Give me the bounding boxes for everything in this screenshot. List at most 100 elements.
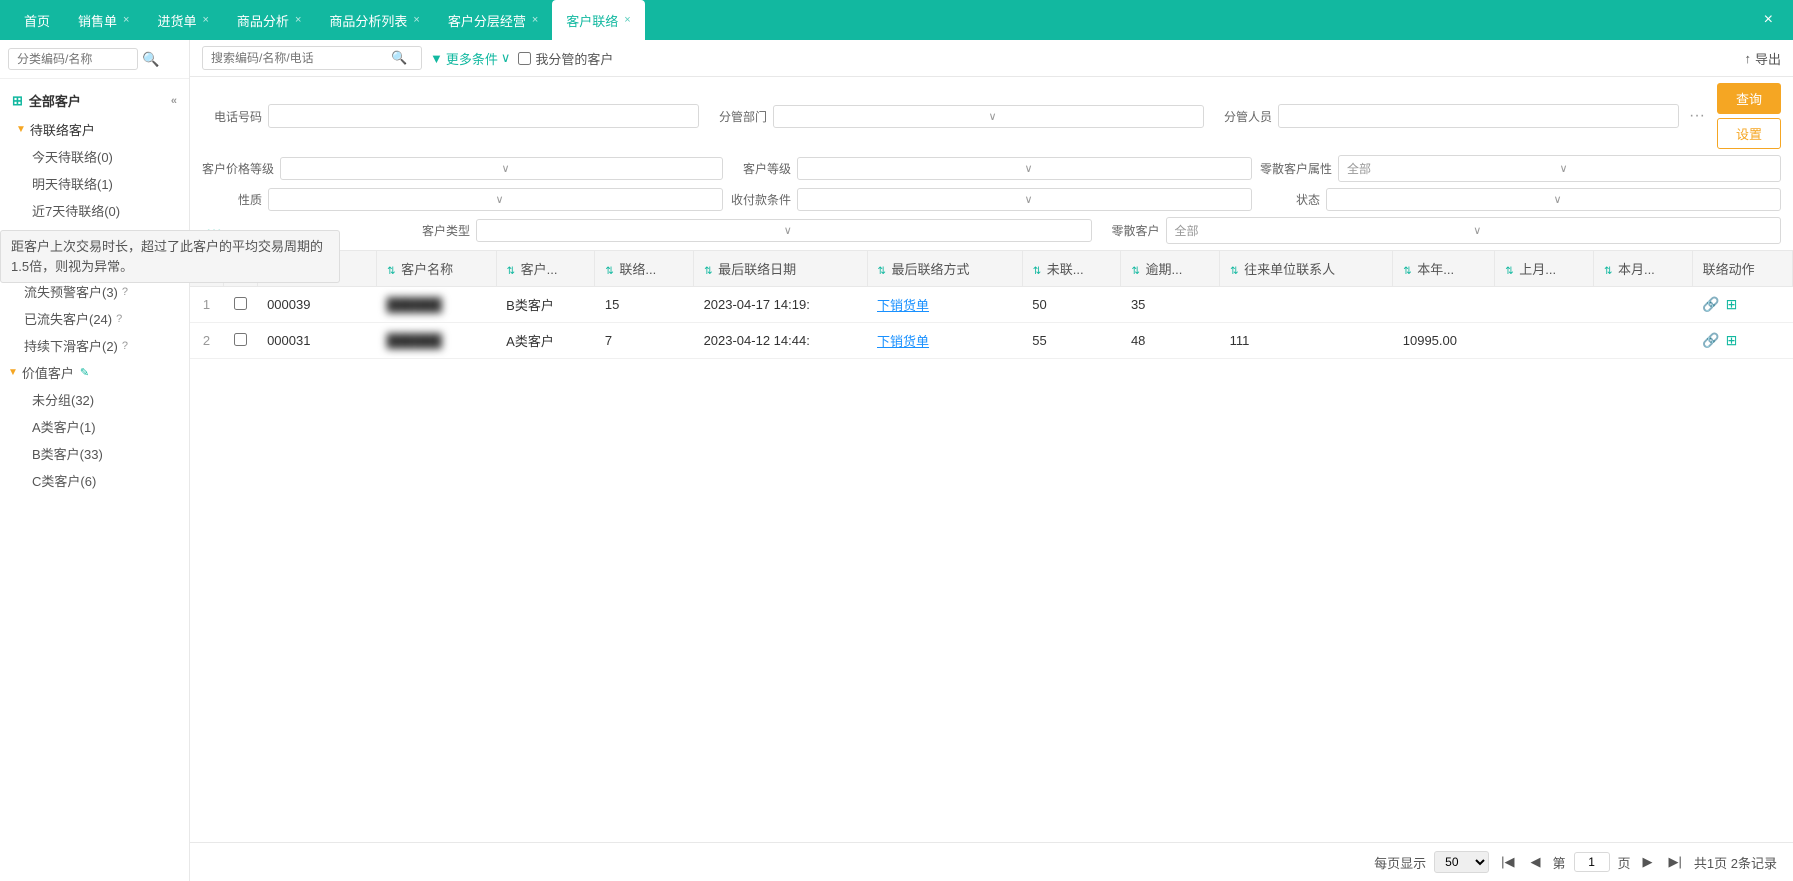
th-customer-type: ⇅ 客户...: [496, 251, 595, 287]
nav-item-purchase[interactable]: 进货单 ×: [143, 0, 222, 40]
collapse-arrow-icon: «: [171, 95, 177, 107]
nav-close-analysis[interactable]: ×: [295, 14, 301, 26]
person-dots-button[interactable]: ···: [1685, 107, 1709, 125]
row-num-2: 2: [190, 323, 223, 359]
nav-close-purchase[interactable]: ×: [202, 14, 208, 26]
phone-input[interactable]: [268, 104, 699, 128]
sidebar-item-ungrouped[interactable]: 未分组(32): [8, 386, 189, 413]
prev-page-button[interactable]: ◀: [1527, 852, 1545, 872]
payment-select[interactable]: ∨: [797, 188, 1252, 211]
sidebar-pending-title[interactable]: ▼ 待联络客户: [8, 116, 189, 143]
sidebar-all-customers[interactable]: ⊞ 全部客户 «: [0, 85, 189, 116]
nature-label: 性质: [202, 191, 262, 208]
value-edit-icon[interactable]: ✎: [80, 366, 89, 379]
nav-item-customer-contact[interactable]: 客户联络 ×: [552, 0, 644, 40]
sidebar-item-a-class[interactable]: A类客户(1): [8, 413, 189, 440]
row-select-checkbox-1[interactable]: [234, 297, 247, 310]
table-container: ⚙ ⇅ 客户编码 ⇅ 客户名称: [190, 251, 1793, 842]
row-overdue-2: 48: [1121, 323, 1220, 359]
customer-type-select[interactable]: ∨: [476, 219, 1092, 242]
dept-select[interactable]: ∨: [773, 105, 1204, 128]
price-level-label: 客户价格等级: [202, 160, 274, 177]
th-this-year: ⇅ 本年...: [1393, 251, 1495, 287]
price-level-select[interactable]: ∨: [280, 157, 723, 180]
customer-level-select[interactable]: ∨: [797, 157, 1252, 180]
row-select-checkbox-2[interactable]: [234, 333, 247, 346]
nav-item-sales[interactable]: 销售单 ×: [64, 0, 143, 40]
customer-type-chevron-icon: ∨: [784, 224, 1083, 237]
sidebar-item-c-class[interactable]: C类客户(6): [8, 467, 189, 494]
nav-item-analysis-list[interactable]: 商品分析列表 ×: [315, 0, 433, 40]
sidebar-value-customers-section[interactable]: ▼ 价值客户 ✎: [0, 359, 189, 386]
nav-close-customer-contact[interactable]: ×: [624, 14, 630, 26]
nav-item-home[interactable]: 首页: [10, 0, 64, 40]
search-input[interactable]: [211, 51, 391, 65]
sidebar-item-b-class[interactable]: B类客户(33): [8, 440, 189, 467]
nav-close-sales[interactable]: ×: [123, 14, 129, 26]
row-checkbox-2: [223, 323, 257, 359]
row-last-method-2[interactable]: 下销货单: [867, 323, 1022, 359]
row-code-2: 000031: [257, 323, 377, 359]
first-page-button[interactable]: |◀: [1497, 852, 1518, 872]
declining-help-icon[interactable]: ?: [122, 340, 128, 352]
lost-help-icon[interactable]: ?: [116, 313, 122, 325]
export-button[interactable]: ↑ 导出: [1744, 49, 1781, 68]
row-contacts-2: 111: [1220, 323, 1393, 359]
loss-warning-help-icon[interactable]: ?: [122, 286, 128, 298]
row-link-button-2[interactable]: 🔗: [1702, 332, 1719, 349]
query-button[interactable]: 查询: [1717, 83, 1781, 114]
dept-chevron-icon: ∨: [989, 110, 1196, 123]
nav-item-customer-segment[interactable]: 客户分层经营 ×: [434, 0, 552, 40]
last-page-button[interactable]: ▶|: [1665, 852, 1686, 872]
row-name-1: ██████: [377, 287, 497, 323]
nav-close-customer-segment[interactable]: ×: [532, 14, 538, 26]
sidebar-item-lost[interactable]: 已流失客户(24) ?: [0, 305, 189, 332]
this-month-sort-icon: ⇅: [1604, 266, 1612, 277]
more-conditions-button[interactable]: ▼ 更多条件 ∨: [430, 49, 510, 68]
type-sort-icon: ⇅: [507, 266, 515, 277]
sidebar-search-input[interactable]: [8, 48, 138, 70]
retail-attr-select[interactable]: 全部 ∨: [1338, 155, 1781, 182]
pagination-bar: 每页显示 50 100 200 |◀ ◀ 第 页 ▶ ▶| 共1页 2条记录: [190, 842, 1793, 881]
setting-button[interactable]: 设置: [1717, 118, 1781, 149]
action-buttons-2: 🔗 ⊞: [1702, 332, 1782, 349]
nature-chevron-icon: ∨: [496, 193, 715, 206]
row-last-method-1[interactable]: 下销货单: [867, 287, 1022, 323]
status-label: 状态: [1260, 191, 1320, 208]
per-page-select[interactable]: 50 100 200: [1434, 851, 1489, 873]
sidebar-item-7days[interactable]: 近7天待联络(0): [8, 197, 189, 224]
status-select[interactable]: ∨: [1326, 188, 1781, 211]
my-customers-checkbox[interactable]: [518, 52, 531, 65]
row-overdue-1: 35: [1121, 287, 1220, 323]
row-grid-button-2[interactable]: ⊞: [1726, 332, 1738, 349]
row-code-1: 000039: [257, 287, 377, 323]
sidebar-search-button[interactable]: 🔍: [142, 51, 159, 68]
retail-attr-label: 零散客户属性: [1260, 160, 1332, 177]
sidebar-value-group: 未分组(32) A类客户(1) B类客户(33) C类客户(6): [0, 386, 189, 494]
top-navigation: 首页 销售单 × 进货单 × 商品分析 × 商品分析列表 × 客户分层经营 × …: [0, 0, 1793, 40]
last-date-sort-icon: ⇅: [704, 266, 712, 277]
sidebar-item-declining[interactable]: 持续下滑客户(2) ?: [0, 332, 189, 359]
customer-name-2: ██████: [387, 333, 442, 348]
filter-field-person: 分管人员 ···: [1212, 104, 1709, 128]
row-contact-count-2: 7: [595, 323, 694, 359]
filter-row-3: 性质 ∨ 收付款条件 ∨ 状态: [202, 188, 1781, 211]
page-input[interactable]: [1574, 852, 1610, 872]
sidebar-item-tomorrow[interactable]: 明天待联络(1): [8, 170, 189, 197]
window-close-button[interactable]: ×: [1754, 11, 1783, 29]
filter-field-dept: 分管部门 ∨: [707, 105, 1204, 128]
row-link-button-1[interactable]: 🔗: [1702, 296, 1719, 313]
pending-contact-label: 待联络客户: [30, 120, 95, 139]
nav-item-analysis[interactable]: 商品分析 ×: [223, 0, 315, 40]
row-grid-button-1[interactable]: ⊞: [1726, 296, 1738, 313]
retail-customer-select[interactable]: 全部 ∨: [1166, 217, 1782, 244]
next-page-button[interactable]: ▶: [1639, 852, 1657, 872]
th-last-contact-date: ⇅ 最后联络日期: [694, 251, 867, 287]
sidebar-item-today[interactable]: 今天待联络(0): [8, 143, 189, 170]
th-name: ⇅ 客户名称: [377, 251, 497, 287]
row-num-1: 1: [190, 287, 223, 323]
nav-close-analysis-list[interactable]: ×: [413, 14, 419, 26]
nature-select[interactable]: ∨: [268, 188, 723, 211]
person-input[interactable]: [1278, 104, 1679, 128]
retail-customer-chevron-icon: ∨: [1473, 224, 1772, 237]
